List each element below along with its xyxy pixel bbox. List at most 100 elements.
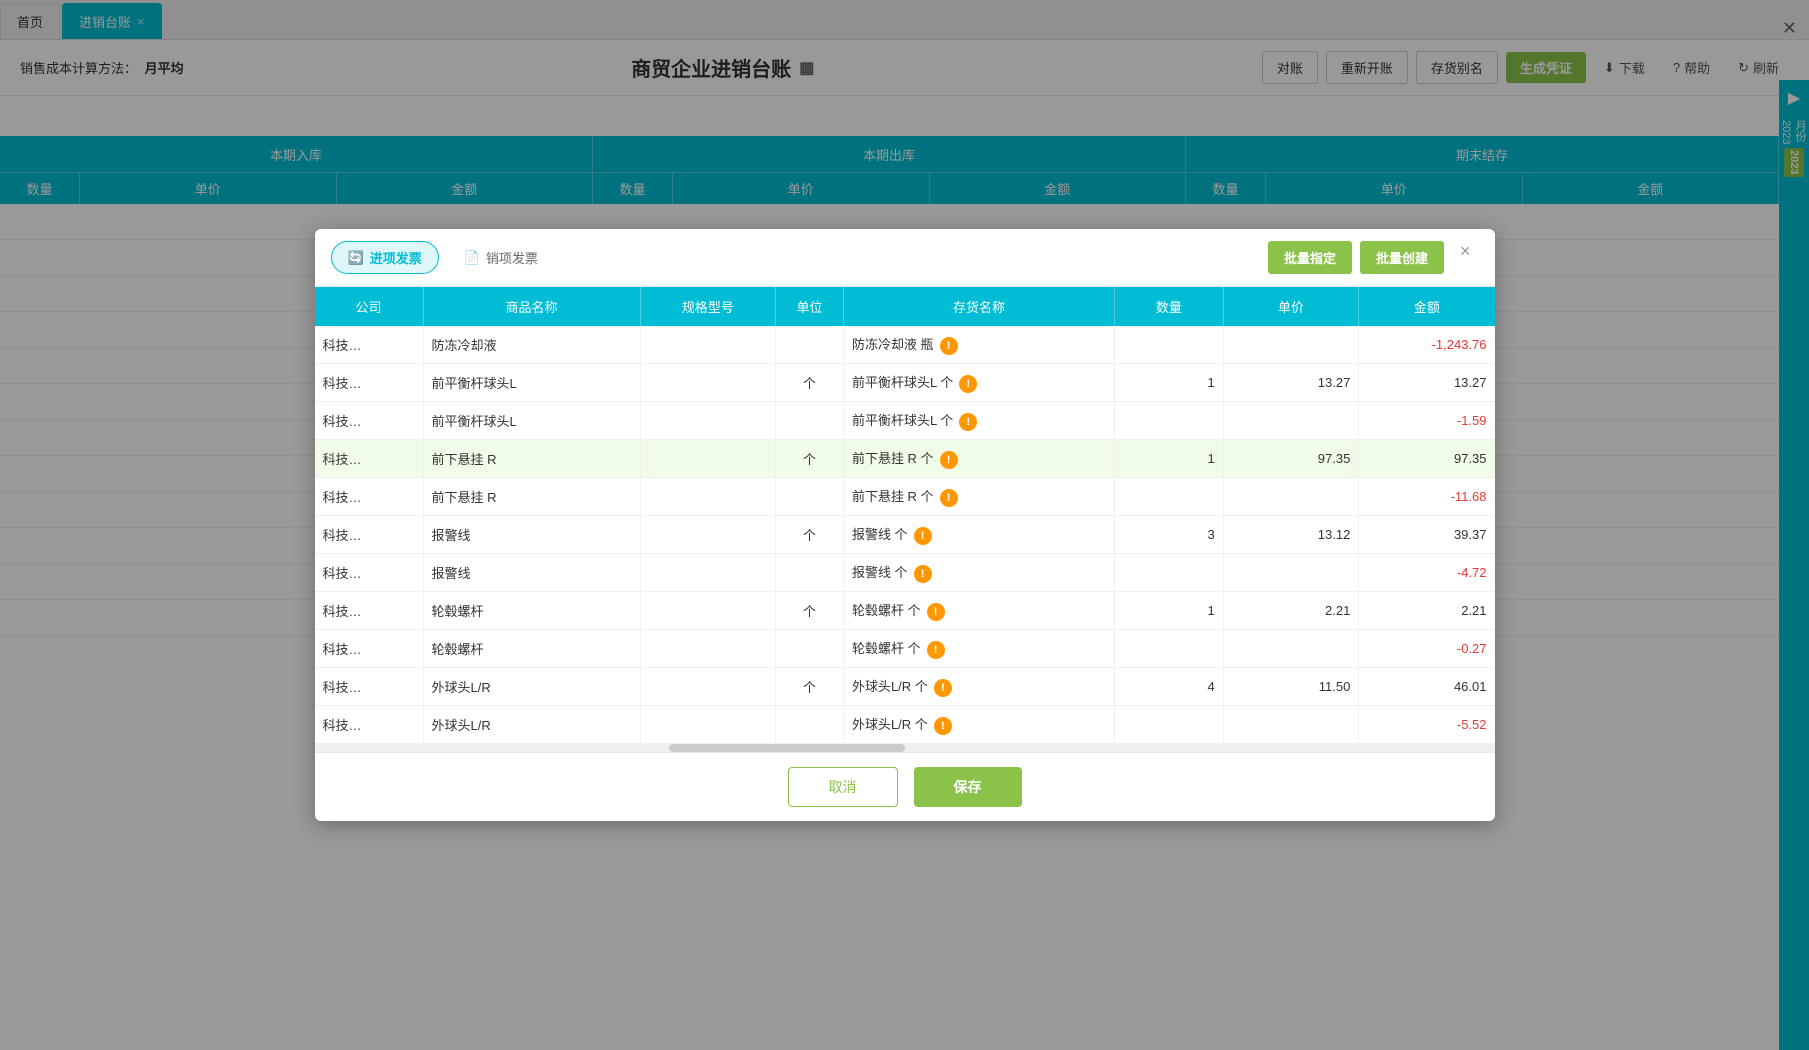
data-cell: 1 xyxy=(1115,364,1224,402)
warning-icon[interactable]: ! xyxy=(959,375,977,393)
warning-icon[interactable]: ! xyxy=(940,451,958,469)
batch-assign-button[interactable]: 批量指定 xyxy=(1268,241,1352,274)
data-cell xyxy=(640,516,776,554)
outbound-icon: 📄 xyxy=(464,250,480,266)
save-button[interactable]: 保存 xyxy=(914,767,1022,807)
inventory-cell: 防冻冷却液 瓶! xyxy=(843,326,1114,364)
data-cell xyxy=(776,478,844,516)
col-header-spec-model: 规格型号 xyxy=(640,287,776,326)
warning-icon[interactable]: ! xyxy=(940,337,958,355)
warning-icon[interactable]: ! xyxy=(914,527,932,545)
col-header-unit: 单位 xyxy=(776,287,844,326)
data-cell: 2.21 xyxy=(1359,592,1495,630)
modal-scrollbar[interactable] xyxy=(315,744,1495,752)
modal-overlay: 🔄 进项发票 📄 销项发票 批量指定 批量创建 × 公司 商品名称 规格 xyxy=(0,0,1809,1050)
data-cell: 轮毂螺杆 xyxy=(423,592,640,630)
data-cell xyxy=(640,554,776,592)
modal-dialog: 🔄 进项发票 📄 销项发票 批量指定 批量创建 × 公司 商品名称 规格 xyxy=(315,229,1495,821)
data-cell: 外球头L/R xyxy=(423,706,640,744)
data-cell xyxy=(640,592,776,630)
inventory-cell: 外球头L/R 个! xyxy=(843,706,1114,744)
data-cell xyxy=(1223,326,1359,364)
data-cell: 个 xyxy=(776,668,844,706)
data-cell: 科技… xyxy=(315,554,424,592)
data-cell: 科技… xyxy=(315,478,424,516)
data-cell: 科技… xyxy=(315,516,424,554)
data-cell: 科技… xyxy=(315,592,424,630)
data-cell xyxy=(1223,706,1359,744)
tab-inbound-invoice[interactable]: 🔄 进项发票 xyxy=(331,241,439,274)
data-cell: 轮毂螺杆 xyxy=(423,630,640,668)
data-cell: 外球头L/R xyxy=(423,668,640,706)
data-cell xyxy=(640,630,776,668)
data-cell xyxy=(1223,630,1359,668)
data-cell xyxy=(640,706,776,744)
inventory-cell: 前下悬挂 R 个! xyxy=(843,478,1114,516)
table-row: 科技…轮毂螺杆个轮毂螺杆 个!12.212.21 xyxy=(315,592,1495,630)
data-cell: 科技… xyxy=(315,402,424,440)
data-cell: 97.35 xyxy=(1359,440,1495,478)
table-row: 科技…外球头L/R外球头L/R 个!-5.52 xyxy=(315,706,1495,744)
data-cell: 39.37 xyxy=(1359,516,1495,554)
modal-table-wrap: 公司 商品名称 规格型号 单位 存货名称 数量 单价 金额 科技…防冻冷却液防冻… xyxy=(315,287,1495,744)
modal-close-button[interactable]: × xyxy=(1452,241,1479,274)
data-cell: 个 xyxy=(776,364,844,402)
table-row: 科技…前平衡杆球头L前平衡杆球头L 个!-1.59 xyxy=(315,402,1495,440)
col-header-inventory-name: 存货名称 xyxy=(843,287,1114,326)
data-cell: 1 xyxy=(1115,440,1224,478)
data-cell: 科技… xyxy=(315,440,424,478)
data-cell: 报警线 xyxy=(423,554,640,592)
table-row: 科技…防冻冷却液防冻冷却液 瓶!-1,243.76 xyxy=(315,326,1495,364)
warning-icon[interactable]: ! xyxy=(934,679,952,697)
col-header-company: 公司 xyxy=(315,287,424,326)
data-cell xyxy=(640,668,776,706)
data-cell: 97.35 xyxy=(1223,440,1359,478)
data-cell: 13.27 xyxy=(1359,364,1495,402)
data-cell: 13.27 xyxy=(1223,364,1359,402)
inbound-icon: 🔄 xyxy=(348,250,364,266)
invoice-table-body: 科技…防冻冷却液防冻冷却液 瓶!-1,243.76科技…前平衡杆球头L个前平衡杆… xyxy=(315,326,1495,744)
data-cell xyxy=(1223,478,1359,516)
warning-icon[interactable]: ! xyxy=(959,413,977,431)
data-cell xyxy=(1115,706,1224,744)
data-cell: -11.68 xyxy=(1359,478,1495,516)
batch-create-button[interactable]: 批量创建 xyxy=(1360,241,1444,274)
data-cell: -1,243.76 xyxy=(1359,326,1495,364)
table-row: 科技…报警线个报警线 个!313.1239.37 xyxy=(315,516,1495,554)
inventory-cell: 轮毂螺杆 个! xyxy=(843,592,1114,630)
data-cell xyxy=(640,326,776,364)
data-cell xyxy=(1223,554,1359,592)
warning-icon[interactable]: ! xyxy=(940,489,958,507)
col-header-unit-price: 单价 xyxy=(1223,287,1359,326)
warning-icon[interactable]: ! xyxy=(927,641,945,659)
table-row: 科技…轮毂螺杆轮毂螺杆 个!-0.27 xyxy=(315,630,1495,668)
warning-icon[interactable]: ! xyxy=(914,565,932,583)
inventory-cell: 轮毂螺杆 个! xyxy=(843,630,1114,668)
warning-icon[interactable]: ! xyxy=(934,717,952,735)
data-cell: 前下悬挂 R xyxy=(423,478,640,516)
data-cell: 科技… xyxy=(315,364,424,402)
modal-header: 🔄 进项发票 📄 销项发票 批量指定 批量创建 × xyxy=(315,229,1495,287)
modal-scrollbar-thumb[interactable] xyxy=(669,744,905,752)
data-cell: -0.27 xyxy=(1359,630,1495,668)
data-cell xyxy=(1115,402,1224,440)
table-header-row: 公司 商品名称 规格型号 单位 存货名称 数量 单价 金额 xyxy=(315,287,1495,326)
cancel-button[interactable]: 取消 xyxy=(788,767,898,807)
data-cell xyxy=(776,706,844,744)
data-cell xyxy=(1223,402,1359,440)
tab-outbound-invoice[interactable]: 📄 销项发票 xyxy=(447,241,555,274)
data-cell xyxy=(776,554,844,592)
data-cell xyxy=(776,630,844,668)
table-row: 科技…报警线报警线 个!-4.72 xyxy=(315,554,1495,592)
warning-icon[interactable]: ! xyxy=(927,603,945,621)
data-cell xyxy=(640,364,776,402)
inventory-cell: 报警线 个! xyxy=(843,516,1114,554)
invoice-table: 公司 商品名称 规格型号 单位 存货名称 数量 单价 金额 科技…防冻冷却液防冻… xyxy=(315,287,1495,744)
data-cell xyxy=(1115,630,1224,668)
modal-footer: 取消 保存 xyxy=(315,752,1495,821)
data-cell: 前下悬挂 R xyxy=(423,440,640,478)
data-cell: -5.52 xyxy=(1359,706,1495,744)
data-cell: -1.59 xyxy=(1359,402,1495,440)
data-cell: 4 xyxy=(1115,668,1224,706)
data-cell xyxy=(640,478,776,516)
